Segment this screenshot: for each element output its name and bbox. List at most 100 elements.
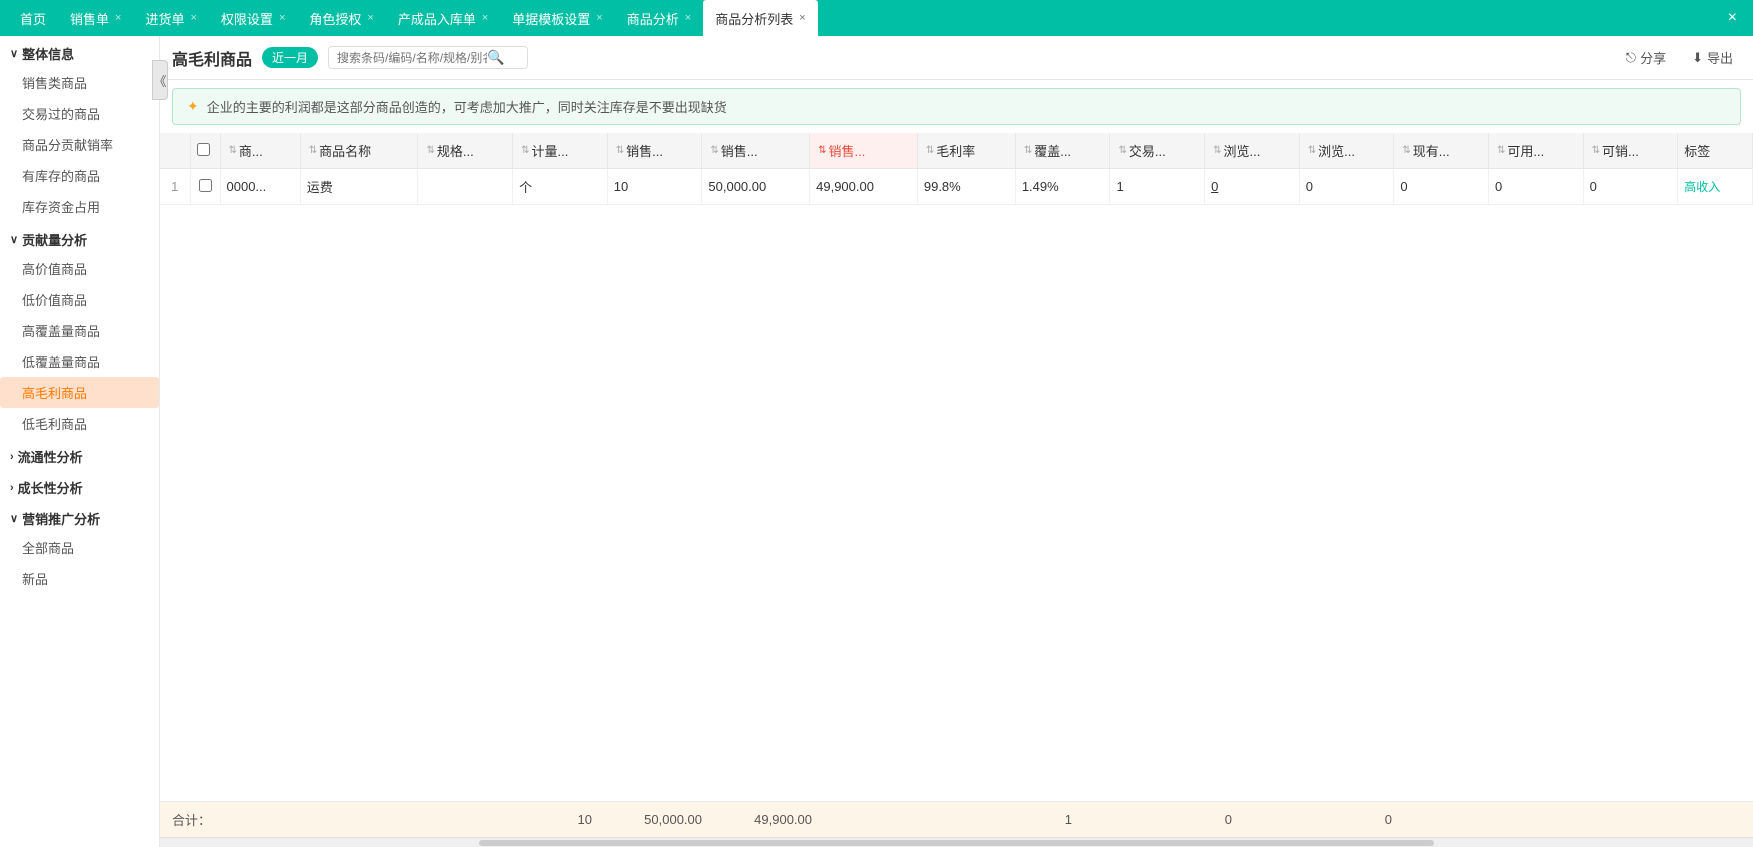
- col-header-name[interactable]: ⇅ 商品名称: [300, 133, 418, 169]
- search-icon[interactable]: 🔍: [487, 49, 504, 66]
- chevron-down-icon: ∨: [10, 512, 18, 525]
- sidebar-item-high-margin[interactable]: 高毛利商品: [0, 377, 159, 408]
- select-all-checkbox[interactable]: [197, 143, 210, 156]
- close-icon[interactable]: ×: [799, 12, 805, 24]
- page-title: 高毛利商品: [172, 46, 252, 70]
- col-header-stock[interactable]: ⇅ 现有...: [1394, 133, 1489, 169]
- date-filter-button[interactable]: 近一月: [262, 47, 318, 68]
- nav-product-analysis[interactable]: 商品分析 ×: [615, 0, 703, 36]
- cell-unit: 个: [513, 169, 608, 205]
- cell-saleable: 0: [1583, 169, 1678, 205]
- col-header-sales-amt[interactable]: ⇅ 销售...: [702, 133, 810, 169]
- sidebar-item-high-coverage[interactable]: 高覆盖量商品: [0, 315, 159, 346]
- close-window-button[interactable]: ×: [1720, 9, 1745, 27]
- col-header-saleable[interactable]: ⇅ 可销...: [1583, 133, 1678, 169]
- close-icon[interactable]: ×: [685, 12, 691, 24]
- content-area: 高毛利商品 近一月 🔍 ⎋ 分享 ⬇ 导出 ✦ 企业的主要的利润都是这部分商品创…: [160, 36, 1753, 847]
- sidebar-item-high-value[interactable]: 高价值商品: [0, 253, 159, 284]
- nav-products-inbound[interactable]: 产成品入库单 ×: [386, 0, 500, 36]
- sidebar-item-low-value[interactable]: 低价值商品: [0, 284, 159, 315]
- share-button[interactable]: ⎋ 分享: [1618, 44, 1674, 71]
- cell-sales-qty: 10: [607, 169, 702, 205]
- col-header-code[interactable]: ⇅ 商...: [220, 133, 300, 169]
- sidebar-item-traded-goods[interactable]: 交易过的商品: [0, 98, 159, 129]
- sidebar-item-new-goods[interactable]: 新品: [0, 563, 159, 594]
- sum-browse1: 0: [1152, 812, 1232, 827]
- data-table: ⇅ 商... ⇅ 商品名称 ⇅: [160, 133, 1753, 205]
- col-header-browse2[interactable]: ⇅ 浏览...: [1299, 133, 1394, 169]
- sidebar-section-marketing[interactable]: ∨ 营销推广分析: [0, 501, 159, 532]
- row-checkbox[interactable]: [199, 179, 212, 192]
- content-header: 高毛利商品 近一月 🔍 ⎋ 分享 ⬇ 导出: [160, 36, 1753, 80]
- sum-sales-amt: 50,000.00: [612, 812, 702, 827]
- sum-tx-count: 1: [992, 812, 1072, 827]
- sidebar-item-all-goods[interactable]: 全部商品: [0, 532, 159, 563]
- sidebar-section-liquidity[interactable]: › 流通性分析: [0, 439, 159, 470]
- col-header-unit[interactable]: ⇅ 计量...: [513, 133, 608, 169]
- nav-product-analysis-list[interactable]: 商品分析列表 ×: [703, 0, 817, 36]
- footer-summary: 合计： 10 50,000.00 49,900.00 1 0 0: [160, 801, 1753, 837]
- top-navigation: 首页 销售单 × 进货单 × 权限设置 × 角色授权 × 产成品入库单 × 单据…: [0, 0, 1753, 36]
- cell-browse1[interactable]: 0: [1205, 169, 1300, 205]
- close-icon[interactable]: ×: [367, 12, 373, 24]
- nav-purchase[interactable]: 进货单 ×: [133, 0, 208, 36]
- search-input[interactable]: [337, 51, 487, 65]
- col-header-spec[interactable]: ⇅ 规格...: [418, 133, 513, 169]
- sidebar-section-overall[interactable]: ∨ 整体信息: [0, 36, 159, 67]
- info-text: 企业的主要的利润都是这部分商品创造的，可考虑加大推广，同时关注库存是不要出现缺货: [207, 97, 727, 116]
- cell-name: 运费: [300, 169, 418, 205]
- sidebar-collapse-button[interactable]: 《: [152, 60, 168, 100]
- cell-sales-cost: 49,900.00: [810, 169, 918, 205]
- export-icon: ⬇: [1692, 50, 1703, 66]
- close-icon[interactable]: ×: [482, 12, 488, 24]
- sum-sales-qty: 10: [532, 812, 592, 827]
- scrollbar-thumb[interactable]: [479, 840, 1435, 846]
- horizontal-scrollbar[interactable]: [160, 837, 1753, 847]
- col-header-sales-cost[interactable]: ⇅ 销售...: [810, 133, 918, 169]
- cell-tag: 高收入: [1678, 169, 1753, 205]
- nav-roles[interactable]: 角色授权 ×: [297, 0, 385, 36]
- info-banner: ✦ 企业的主要的利润都是这部分商品创造的，可考虑加大推广，同时关注库存是不要出现…: [172, 88, 1741, 125]
- table-row: 1 0000... 运费 个 10 50,000.00 49,900.00 99…: [160, 169, 1753, 205]
- sidebar-item-stock-capital[interactable]: 库存资金占用: [0, 191, 159, 222]
- search-box: 🔍: [328, 46, 528, 69]
- export-button[interactable]: ⬇ 导出: [1684, 44, 1741, 71]
- close-icon[interactable]: ×: [190, 12, 196, 24]
- info-icon: ✦: [187, 98, 199, 115]
- close-icon[interactable]: ×: [279, 12, 285, 24]
- sidebar-section-growth[interactable]: › 成长性分析: [0, 470, 159, 501]
- sidebar-item-low-coverage[interactable]: 低覆盖量商品: [0, 346, 159, 377]
- nav-home[interactable]: 首页: [8, 0, 58, 36]
- nav-template-settings[interactable]: 单据模板设置 ×: [500, 0, 614, 36]
- col-header-available[interactable]: ⇅ 可用...: [1489, 133, 1584, 169]
- sidebar-section-contribution[interactable]: ∨ 贡献量分析: [0, 222, 159, 253]
- cell-num: 1: [160, 169, 190, 205]
- col-header-browse1[interactable]: ⇅ 浏览...: [1205, 133, 1300, 169]
- chevron-down-icon: ∨: [10, 47, 18, 60]
- chevron-down-icon: ∨: [10, 233, 18, 246]
- sidebar-item-sales-goods[interactable]: 销售类商品: [0, 67, 159, 98]
- share-icon: ⎋: [1626, 50, 1636, 66]
- col-header-gross-rate[interactable]: ⇅ 毛利率: [917, 133, 1015, 169]
- sidebar-item-contribution-rate[interactable]: 商品分贡献销率: [0, 129, 159, 160]
- sidebar-item-low-margin[interactable]: 低毛利商品: [0, 408, 159, 439]
- cell-stock: 0: [1394, 169, 1489, 205]
- cell-coverage: 1.49%: [1015, 169, 1110, 205]
- nav-permissions[interactable]: 权限设置 ×: [209, 0, 297, 36]
- cell-gross-rate: 99.8%: [917, 169, 1015, 205]
- cell-sales-amt: 50,000.00: [702, 169, 810, 205]
- col-header-check[interactable]: [190, 133, 220, 169]
- cell-check[interactable]: [190, 169, 220, 205]
- col-header-tx-count[interactable]: ⇅ 交易...: [1110, 133, 1205, 169]
- tag-badge: 高收入: [1684, 180, 1720, 194]
- cell-tx-count: 1: [1110, 169, 1205, 205]
- col-header-coverage[interactable]: ⇅ 覆盖...: [1015, 133, 1110, 169]
- close-icon[interactable]: ×: [596, 12, 602, 24]
- table-container: ⇅ 商... ⇅ 商品名称 ⇅: [160, 133, 1753, 801]
- col-header-sales-qty[interactable]: ⇅ 销售...: [607, 133, 702, 169]
- nav-sales[interactable]: 销售单 ×: [58, 0, 133, 36]
- sidebar-item-stocked-goods[interactable]: 有库存的商品: [0, 160, 159, 191]
- table-header-row: ⇅ 商... ⇅ 商品名称 ⇅: [160, 133, 1753, 169]
- close-icon[interactable]: ×: [115, 12, 121, 24]
- cell-code: 0000...: [220, 169, 300, 205]
